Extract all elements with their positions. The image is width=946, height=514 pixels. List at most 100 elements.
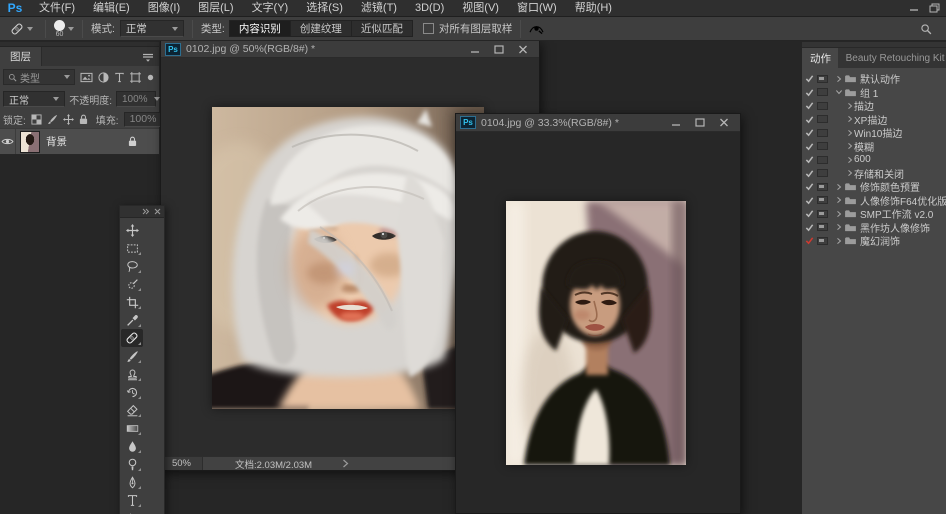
- action-set-row[interactable]: 魔幻润饰: [802, 234, 946, 248]
- layer-blend-mode-select[interactable]: 正常: [3, 91, 65, 107]
- action-include-checkmark-icon[interactable]: [802, 196, 817, 205]
- action-row[interactable]: XP描边: [802, 113, 946, 127]
- action-include-checkmark-icon[interactable]: [802, 223, 817, 232]
- action-dialog-toggle[interactable]: [817, 75, 828, 83]
- layer-filter-shape-icon[interactable]: [130, 72, 141, 83]
- sample-all-layers-checkbox[interactable]: 对所有图层取样: [423, 21, 513, 36]
- quick-selection-tool[interactable]: [121, 275, 143, 293]
- action-dialog-toggle[interactable]: [817, 156, 828, 164]
- action-dialog-toggle[interactable]: [817, 196, 828, 204]
- brush-tool[interactable]: [121, 347, 143, 365]
- action-dialog-toggle[interactable]: [817, 102, 828, 110]
- menubar-item-9[interactable]: 视图(V): [453, 0, 508, 16]
- layer-filter-adjustment-icon[interactable]: [98, 72, 109, 83]
- layer-thumbnail[interactable]: [20, 131, 40, 153]
- action-row[interactable]: 描边: [802, 99, 946, 113]
- gradient-tool[interactable]: [121, 419, 143, 437]
- search-icon[interactable]: [920, 23, 940, 35]
- type-button[interactable]: 内容识别: [229, 20, 291, 37]
- action-include-checkmark-icon[interactable]: [802, 101, 817, 110]
- layer-filter-pixel-icon[interactable]: [80, 72, 93, 83]
- chevron-down-icon[interactable]: [834, 89, 843, 95]
- action-row[interactable]: Win10描边: [802, 126, 946, 140]
- tab-actions[interactable]: 动作: [802, 48, 838, 68]
- action-set-row[interactable]: 默认动作: [802, 72, 946, 86]
- chevron-right-icon[interactable]: [834, 183, 843, 191]
- chevron-right-icon[interactable]: [845, 142, 854, 150]
- blur-tool[interactable]: [121, 437, 143, 455]
- action-include-checkmark-icon[interactable]: [802, 142, 817, 151]
- action-row[interactable]: 600: [802, 153, 946, 167]
- action-include-checkmark-icon[interactable]: [802, 169, 817, 178]
- menubar-item-5[interactable]: 文字(Y): [243, 0, 298, 16]
- opacity-select[interactable]: 100%: [116, 91, 156, 107]
- eyedropper-tool[interactable]: [121, 311, 143, 329]
- document-titlebar[interactable]: Ps 0102.jpg @ 50%(RGB/8#) *: [161, 41, 539, 58]
- chevron-right-icon[interactable]: [845, 115, 854, 123]
- action-row[interactable]: 模糊: [802, 140, 946, 154]
- panel-menu-icon[interactable]: [142, 47, 159, 66]
- chevron-right-icon[interactable]: [834, 237, 843, 245]
- action-set-row[interactable]: 修饰颜色预置: [802, 180, 946, 194]
- maximize-button[interactable]: [487, 42, 511, 56]
- chevron-right-icon[interactable]: [845, 129, 854, 137]
- action-dialog-toggle[interactable]: [817, 210, 828, 218]
- action-row[interactable]: 存储和关闭: [802, 167, 946, 181]
- action-include-checkmark-icon[interactable]: [802, 236, 817, 245]
- rectangular-marquee-tool[interactable]: [121, 239, 143, 257]
- action-set-row[interactable]: 组 1: [802, 86, 946, 100]
- status-menu-chevron-icon[interactable]: [342, 459, 349, 468]
- action-dialog-toggle[interactable]: [817, 142, 828, 150]
- action-include-checkmark-icon[interactable]: [802, 182, 817, 191]
- document-titlebar[interactable]: Ps 0104.jpg @ 33.3%(RGB/8#) *: [456, 114, 740, 132]
- brush-preset-picker[interactable]: 60: [54, 20, 74, 38]
- lasso-tool[interactable]: [121, 257, 143, 275]
- action-dialog-toggle[interactable]: [817, 237, 828, 245]
- tools-palette-header[interactable]: [120, 206, 164, 218]
- menubar-item-8[interactable]: 3D(D): [406, 0, 453, 16]
- spot-healing-brush-tool[interactable]: [121, 329, 143, 347]
- pen-tool[interactable]: [121, 473, 143, 491]
- clone-stamp-tool[interactable]: [121, 365, 143, 383]
- tab-beauty-retouching-kit[interactable]: Beauty Retouching Kit: [838, 48, 946, 68]
- chevron-right-icon[interactable]: [834, 210, 843, 218]
- menubar-item-6[interactable]: 选择(S): [297, 0, 352, 16]
- menubar-item-10[interactable]: 窗口(W): [508, 0, 566, 16]
- lock-all-icon[interactable]: [79, 114, 88, 125]
- layer-filter-select[interactable]: 类型: [3, 69, 75, 85]
- menubar-item-1[interactable]: 文件(F): [30, 0, 84, 16]
- collapse-panel-icon[interactable]: [142, 208, 150, 215]
- action-include-checkmark-icon[interactable]: [802, 115, 817, 124]
- minimize-button[interactable]: [664, 116, 688, 130]
- action-dialog-toggle[interactable]: [817, 169, 828, 177]
- artwork-image-0102[interactable]: [212, 107, 484, 409]
- eraser-tool[interactable]: [121, 401, 143, 419]
- lock-image-pixels-icon[interactable]: [47, 114, 58, 125]
- action-dialog-toggle[interactable]: [817, 183, 828, 191]
- chevron-right-icon[interactable]: [845, 102, 854, 110]
- layer-visibility-toggle[interactable]: [0, 129, 16, 154]
- tab-layers[interactable]: 图层: [0, 47, 42, 66]
- path-selection-tool[interactable]: [121, 509, 143, 514]
- action-dialog-toggle[interactable]: [817, 115, 828, 123]
- lock-transparent-pixels-icon[interactable]: [31, 114, 42, 125]
- close-button[interactable]: [712, 116, 736, 130]
- history-brush-tool[interactable]: [121, 383, 143, 401]
- dodge-tool[interactable]: [121, 455, 143, 473]
- chevron-right-icon[interactable]: [834, 223, 843, 231]
- menubar-item-2[interactable]: 编辑(E): [84, 0, 139, 16]
- action-dialog-toggle[interactable]: [817, 129, 828, 137]
- close-icon[interactable]: [154, 208, 161, 215]
- menubar-item-3[interactable]: 图像(I): [139, 0, 189, 16]
- minimize-button[interactable]: [463, 42, 487, 56]
- type-button[interactable]: 创建纹理: [290, 20, 352, 37]
- action-include-checkmark-icon[interactable]: [802, 155, 817, 164]
- menubar-item-7[interactable]: 滤镜(T): [352, 0, 406, 16]
- current-tool-preset[interactable]: [6, 20, 37, 38]
- chevron-right-icon[interactable]: [834, 196, 843, 204]
- menubar-item-4[interactable]: 图层(L): [189, 0, 242, 16]
- action-set-row[interactable]: SMP工作流 v2.0: [802, 207, 946, 221]
- blend-mode-select[interactable]: 正常: [120, 20, 184, 37]
- layer-filter-on-icon[interactable]: [146, 73, 155, 82]
- app-restore-button[interactable]: [929, 3, 940, 13]
